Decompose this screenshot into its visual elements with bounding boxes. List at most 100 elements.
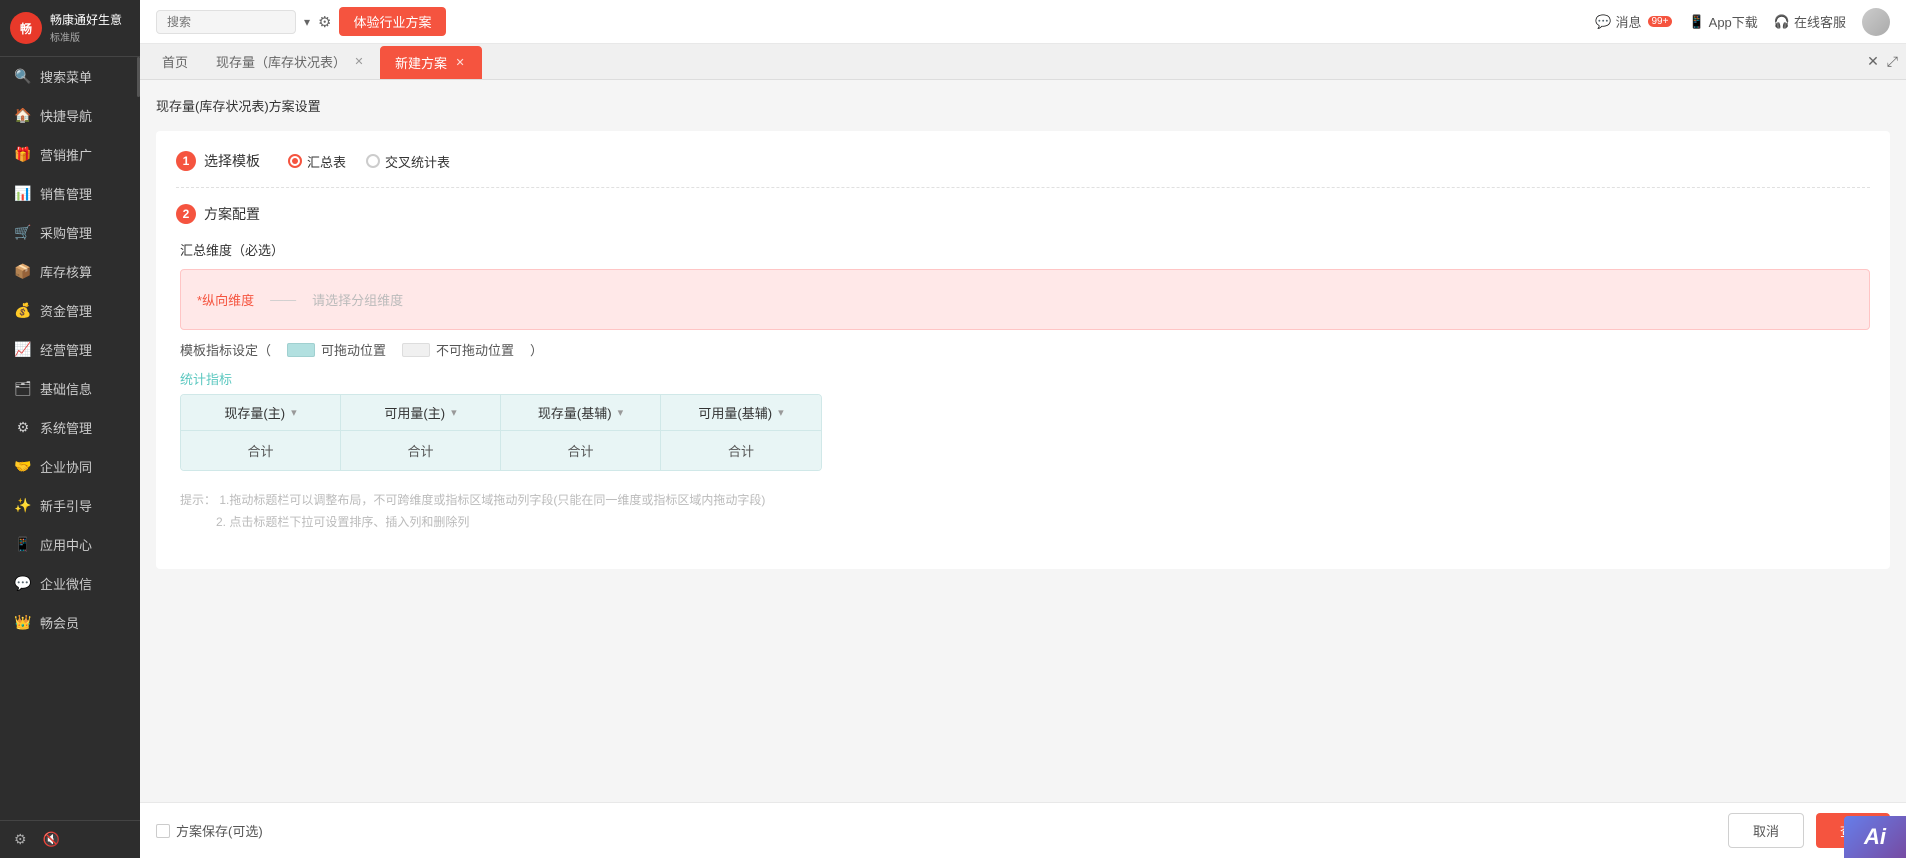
sidebar-footer: ⚙ 🔇 xyxy=(0,820,140,858)
tips-title: 提示： 1.拖动标题栏可以调整布局，不可跨维度或指标区域拖动列字段(只能在同一维… xyxy=(180,490,1870,512)
stats-col-3-label: 可用量(基辅) xyxy=(698,403,772,422)
phone-download-icon: 📱 xyxy=(1688,14,1704,30)
radio-summary[interactable]: 汇总表 xyxy=(288,152,346,171)
close-panel-icon[interactable]: ✕ xyxy=(1867,53,1879,70)
sidebar-item-finance[interactable]: 💰 资金管理 xyxy=(0,291,140,330)
step2-content: 汇总维度（必选） *纵向维度 —— 请选择分组维度 模板指标设定（ xyxy=(180,240,1870,533)
save-checkbox-box[interactable] xyxy=(156,824,170,838)
chart-icon: 📊 xyxy=(14,185,32,203)
expand-icon[interactable]: ⤢ xyxy=(1887,53,1898,70)
sidebar-label-sales: 销售管理 xyxy=(40,184,92,203)
tabs-right-controls: ✕ ⤢ xyxy=(1867,53,1898,70)
topbar-gear-icon[interactable]: ⚙ xyxy=(318,13,331,31)
online-service-btn[interactable]: 🎧 在线客服 xyxy=(1774,12,1846,31)
dimension-box[interactable]: *纵向维度 —— 请选择分组维度 xyxy=(180,269,1870,330)
stats-section-label: 统计指标 xyxy=(180,369,1870,388)
sidebar-label-operations: 经营管理 xyxy=(40,340,92,359)
stats-col-3-dropdown[interactable]: ▾ xyxy=(778,406,784,419)
sidebar-item-operations[interactable]: 📈 经营管理 xyxy=(0,330,140,369)
topbar-right: 💬 消息 99+ 📱 App下载 🎧 在线客服 xyxy=(1595,8,1890,36)
folder-icon: 🗂 xyxy=(14,380,32,398)
audio-footer-icon[interactable]: 🔇 xyxy=(43,831,60,848)
message-btn[interactable]: 💬 消息 99+ xyxy=(1595,12,1672,31)
topbar: ▾ ⚙ 体验行业方案 💬 消息 99+ 📱 App下载 🎧 在线客服 xyxy=(140,0,1906,44)
tips-box: 提示： 1.拖动标题栏可以调整布局，不可跨维度或指标区域拖动列字段(只能在同一维… xyxy=(180,490,1870,533)
bag-icon: 🛒 xyxy=(14,224,32,242)
stats-col-header-3[interactable]: 可用量(基辅) ▾ xyxy=(661,395,821,431)
tab-new-plan-label: 新建方案 xyxy=(395,53,447,72)
tab-home[interactable]: 首页 xyxy=(148,46,202,77)
stats-section: 统计指标 现存量(主) ▾ 合计 xyxy=(180,369,1870,474)
chat-icon: 💬 xyxy=(14,575,32,593)
sidebar-item-vip[interactable]: 👑 畅会员 xyxy=(0,603,140,642)
tab-new-plan-close[interactable]: ✕ xyxy=(453,55,467,69)
trend-icon: 📈 xyxy=(14,341,32,359)
stats-col-header-0[interactable]: 现存量(主) ▾ xyxy=(181,395,340,431)
step2-title: 方案配置 xyxy=(204,204,260,224)
sidebar-item-guide[interactable]: ✨ 新手引导 xyxy=(0,486,140,525)
home-icon: 🏠 xyxy=(14,107,32,125)
brand-name: 畅康通好生意 xyxy=(50,12,122,29)
cancel-button[interactable]: 取消 xyxy=(1728,813,1804,848)
fixed-label: 不可拖动位置 xyxy=(436,340,514,359)
stats-col-1-dropdown[interactable]: ▾ xyxy=(451,406,457,419)
sidebar-label-guide: 新手引导 xyxy=(40,496,92,515)
stats-table-header: 现存量(主) ▾ 合计 可用量(主) ▾ 合计 xyxy=(181,395,821,470)
save-checkbox-label: 方案保存(可选) xyxy=(176,821,263,840)
sidebar-label-purchase: 采购管理 xyxy=(40,223,92,242)
step1-badge: 1 xyxy=(176,151,196,171)
settings-footer-icon[interactable]: ⚙ xyxy=(14,831,27,848)
stats-col-2-label: 现存量(基辅) xyxy=(538,403,612,422)
sidebar-item-marketing[interactable]: 🎁 营销推广 xyxy=(0,135,140,174)
ai-badge[interactable]: Ai xyxy=(1844,816,1906,858)
stats-col-3: 可用量(基辅) ▾ 合计 xyxy=(661,395,821,470)
gear-icon: ⚙ xyxy=(14,419,32,437)
topbar-dropdown-icon[interactable]: ▾ xyxy=(304,15,310,29)
trial-btn[interactable]: 体验行业方案 xyxy=(339,7,445,36)
brand-header: 畅 畅康通好生意 标准版 xyxy=(0,0,140,57)
radio-cross[interactable]: 交叉统计表 xyxy=(366,152,450,171)
sidebar-item-inventory[interactable]: 📦 库存核算 xyxy=(0,252,140,291)
tab-inventory-status-close[interactable]: ✕ xyxy=(352,55,366,69)
stats-col-2-cell: 合计 xyxy=(501,431,660,470)
sidebar-item-wechat[interactable]: 💬 企业微信 xyxy=(0,564,140,603)
sidebar-item-app-center[interactable]: 📱 应用中心 xyxy=(0,525,140,564)
indicator-settings: 模板指标设定（ 可拖动位置 不可拖动位置 ） xyxy=(180,340,1870,359)
save-checkbox[interactable]: 方案保存(可选) xyxy=(156,821,263,840)
stats-col-header-2[interactable]: 现存量(基辅) ▾ xyxy=(501,395,660,431)
tab-new-plan[interactable]: 新建方案 ✕ xyxy=(380,46,482,79)
step2-header: 2 方案配置 xyxy=(176,204,1870,224)
movable-legend: 可拖动位置 xyxy=(287,340,386,359)
sidebar-label-app-center: 应用中心 xyxy=(40,535,92,554)
sidebar-item-sales[interactable]: 📊 销售管理 xyxy=(0,174,140,213)
radio-cross-label: 交叉统计表 xyxy=(385,152,450,171)
sidebar-item-cooperation[interactable]: 🤝 企业协同 xyxy=(0,447,140,486)
dimension-placeholder: 请选择分组维度 xyxy=(312,290,403,309)
app-download-btn[interactable]: 📱 App下载 xyxy=(1688,12,1757,31)
stats-col-header-1[interactable]: 可用量(主) ▾ xyxy=(341,395,500,431)
settings-card: 1 选择模板 汇总表 交叉统计表 2 方案配置 xyxy=(156,131,1890,569)
money-icon: 💰 xyxy=(14,302,32,320)
sidebar-item-base-info[interactable]: 🗂 基础信息 xyxy=(0,369,140,408)
sidebar-label-inventory: 库存核算 xyxy=(40,262,92,281)
stats-col-2-dropdown[interactable]: ▾ xyxy=(618,406,624,419)
indicator-setting-label: 模板指标设定（ xyxy=(180,340,271,359)
sidebar-label-system: 系统管理 xyxy=(40,418,92,437)
user-avatar[interactable] xyxy=(1862,8,1890,36)
sidebar: 畅 畅康通好生意 标准版 🔍 搜索菜单 🏠 快捷导航 🎁 营销推广 📊 销售管理… xyxy=(0,0,140,858)
stats-col-0: 现存量(主) ▾ 合计 xyxy=(181,395,341,470)
topbar-search-input[interactable] xyxy=(156,10,296,34)
tab-inventory-status[interactable]: 现存量（库存状况表） ✕ xyxy=(202,46,380,77)
sidebar-item-system[interactable]: ⚙ 系统管理 xyxy=(0,408,140,447)
fixed-legend: 不可拖动位置 xyxy=(402,340,514,359)
sidebar-item-search[interactable]: 🔍 搜索菜单 xyxy=(0,57,140,96)
sidebar-label-cooperation: 企业协同 xyxy=(40,457,92,476)
step1-header: 1 选择模板 汇总表 交叉统计表 xyxy=(176,151,1870,171)
divider-1 xyxy=(176,187,1870,188)
message-badge: 99+ xyxy=(1648,16,1673,27)
sidebar-item-purchase[interactable]: 🛒 采购管理 xyxy=(0,213,140,252)
sidebar-item-quick-nav[interactable]: 🏠 快捷导航 xyxy=(0,96,140,135)
stats-table: 现存量(主) ▾ 合计 可用量(主) ▾ 合计 xyxy=(180,394,822,471)
stats-col-0-dropdown[interactable]: ▾ xyxy=(291,406,297,419)
sidebar-label-base-info: 基础信息 xyxy=(40,379,92,398)
